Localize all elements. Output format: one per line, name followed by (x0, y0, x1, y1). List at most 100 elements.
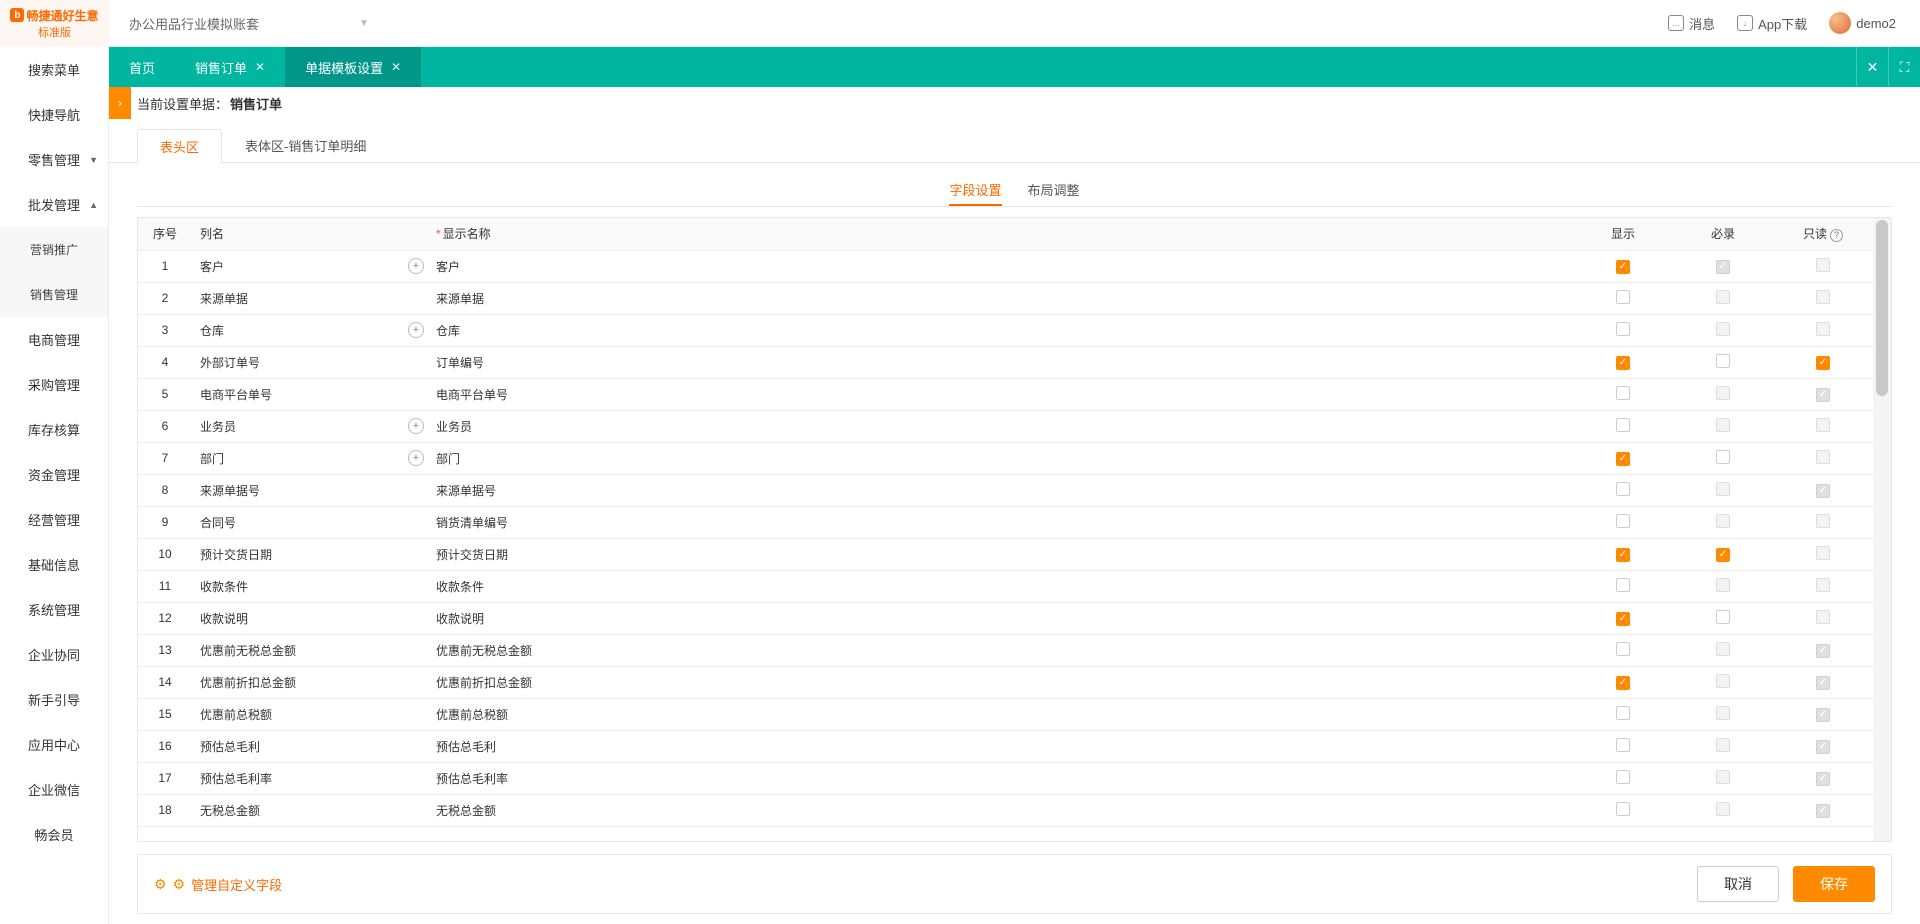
cell-name: 预估总毛利 (192, 730, 400, 762)
help-icon[interactable]: ? (1830, 229, 1843, 242)
sidebar-item[interactable]: 快捷导航 (0, 92, 108, 137)
page-tab[interactable]: 销售订单✕ (175, 47, 285, 87)
checkbox[interactable] (1716, 610, 1730, 624)
sidebar-item[interactable]: 新手引导 (0, 677, 108, 722)
sidebar-item[interactable]: 企业协同 (0, 632, 108, 677)
cell-seq: 9 (138, 506, 192, 538)
checkbox (1716, 674, 1730, 688)
checkbox[interactable]: ✓ (1616, 452, 1630, 466)
sidebar-item[interactable]: 搜索菜单 (0, 47, 108, 92)
checkbox[interactable] (1616, 386, 1630, 400)
plus-icon[interactable]: + (408, 322, 424, 338)
checkbox[interactable] (1616, 578, 1630, 592)
cell-display-name[interactable]: 来源单据 (428, 282, 1573, 314)
table-scrollbar[interactable] (1873, 218, 1891, 841)
cell-display-name[interactable]: 预估总毛利 (428, 730, 1573, 762)
checkbox[interactable]: ✓ (1616, 676, 1630, 690)
checkbox[interactable]: ✓ (1616, 548, 1630, 562)
cell-name: 无税总金额 (192, 794, 400, 826)
sidebar-item[interactable]: 批发管理▲ (0, 182, 108, 227)
sidebar-item[interactable]: 库存核算 (0, 407, 108, 452)
cell-display-name[interactable]: 优惠前总税额 (428, 698, 1573, 730)
checkbox (1816, 546, 1830, 560)
checkbox[interactable] (1716, 450, 1730, 464)
checkbox[interactable] (1616, 802, 1630, 816)
checkbox[interactable] (1616, 514, 1630, 528)
checkbox[interactable] (1616, 482, 1630, 496)
plus-icon[interactable]: + (408, 450, 424, 466)
cell-display-name[interactable]: 优惠前折扣总金额 (428, 666, 1573, 698)
sidebar-item[interactable]: 系统管理 (0, 587, 108, 632)
cell-display-name[interactable]: 销货清单编号 (428, 506, 1573, 538)
page-tab[interactable]: 首页 (109, 47, 175, 87)
save-button[interactable]: 保存 (1793, 866, 1875, 902)
checkbox[interactable] (1616, 770, 1630, 784)
cell-display-name[interactable]: 仓库 (428, 314, 1573, 346)
close-icon[interactable]: ✕ (391, 60, 401, 74)
close-icon[interactable]: ✕ (255, 60, 265, 74)
checkbox[interactable]: ✓ (1716, 548, 1730, 562)
col-required: 必录 (1673, 218, 1773, 250)
cell-seq: 10 (138, 538, 192, 570)
zone-tab[interactable]: 表体区-销售订单明细 (222, 128, 389, 162)
sidebar-item[interactable]: 企业微信 (0, 767, 108, 812)
checkbox[interactable] (1616, 322, 1630, 336)
checkbox[interactable] (1616, 738, 1630, 752)
sidebar-item[interactable]: 零售管理▼ (0, 137, 108, 182)
checkbox[interactable] (1616, 290, 1630, 304)
checkbox: ✓ (1816, 708, 1830, 722)
zone-tab[interactable]: 表头区 (137, 129, 222, 163)
cell-display-name[interactable]: 来源单据号 (428, 474, 1573, 506)
sidebar-item[interactable]: 电商管理 (0, 317, 108, 362)
sidebar-item[interactable]: 畅会员 (0, 812, 108, 857)
cell-display-name[interactable]: 客户 (428, 250, 1573, 282)
cell-expand (400, 762, 428, 794)
cell-display-name[interactable]: 无税总金额 (428, 794, 1573, 826)
sidebar-item[interactable]: 采购管理 (0, 362, 108, 407)
sidebar-item[interactable]: 应用中心 (0, 722, 108, 767)
page-tab[interactable]: 单据模板设置✕ (285, 47, 421, 87)
checkbox[interactable]: ✓ (1816, 356, 1830, 370)
checkbox[interactable]: ✓ (1616, 356, 1630, 370)
cell-seq: 18 (138, 794, 192, 826)
table-row: 18无税总金额无税总金额✓ (138, 794, 1873, 826)
plus-icon[interactable]: + (408, 258, 424, 274)
sidebar-item[interactable]: 销售管理 (0, 272, 108, 317)
cell-display-name[interactable]: 订单编号 (428, 346, 1573, 378)
checkbox[interactable] (1616, 642, 1630, 656)
cell-display-name[interactable]: 收款条件 (428, 570, 1573, 602)
app-download-button[interactable]: ↓ App下载 (1737, 14, 1807, 33)
user-menu[interactable]: demo2 (1829, 12, 1896, 34)
account-selector[interactable]: 办公用品行业模拟账套 ▼ (129, 14, 369, 33)
sidebar-item[interactable]: 资金管理 (0, 452, 108, 497)
cell-display-name[interactable]: 优惠前无税总金额 (428, 634, 1573, 666)
fullscreen-button[interactable]: ⛶ (1888, 47, 1920, 87)
manage-custom-fields-link[interactable]: ⚙ ⚙ 管理自定义字段 (154, 875, 282, 894)
plus-icon[interactable]: + (408, 418, 424, 434)
cell-display-name[interactable]: 预估总毛利率 (428, 762, 1573, 794)
checkbox[interactable] (1616, 418, 1630, 432)
mode-tab[interactable]: 布局调整 (1028, 174, 1080, 206)
close-all-tabs-button[interactable]: ✕ (1856, 47, 1888, 87)
checkbox[interactable] (1616, 706, 1630, 720)
checkbox[interactable] (1716, 354, 1730, 368)
scrollbar-thumb[interactable] (1876, 220, 1888, 396)
sidebar-item[interactable]: 营销推广 (0, 227, 108, 272)
fields-table: 序号 列名 *显示名称 显示 必录 只读? 1客户+客户✓✓2来源单据来源单据3… (137, 217, 1892, 842)
checkbox[interactable]: ✓ (1616, 612, 1630, 626)
cancel-button[interactable]: 取消 (1697, 866, 1779, 902)
cell-display-name[interactable]: 收款说明 (428, 602, 1573, 634)
checkbox (1816, 290, 1830, 304)
cell-display-name[interactable]: 预计交货日期 (428, 538, 1573, 570)
cell-display-name[interactable]: 部门 (428, 442, 1573, 474)
cell-display-name[interactable]: 业务员 (428, 410, 1573, 442)
sidebar-item[interactable]: 经营管理 (0, 497, 108, 542)
messages-button[interactable]: … 消息 (1668, 14, 1715, 33)
mode-tab[interactable]: 字段设置 (949, 174, 1001, 206)
checkbox[interactable]: ✓ (1616, 260, 1630, 274)
table-row: 13优惠前无税总金额优惠前无税总金额✓ (138, 634, 1873, 666)
banner-collapse-button[interactable]: › (109, 87, 131, 119)
sidebar-item[interactable]: 基础信息 (0, 542, 108, 587)
cell-readonly: ✓ (1773, 474, 1873, 506)
cell-display-name[interactable]: 电商平台单号 (428, 378, 1573, 410)
